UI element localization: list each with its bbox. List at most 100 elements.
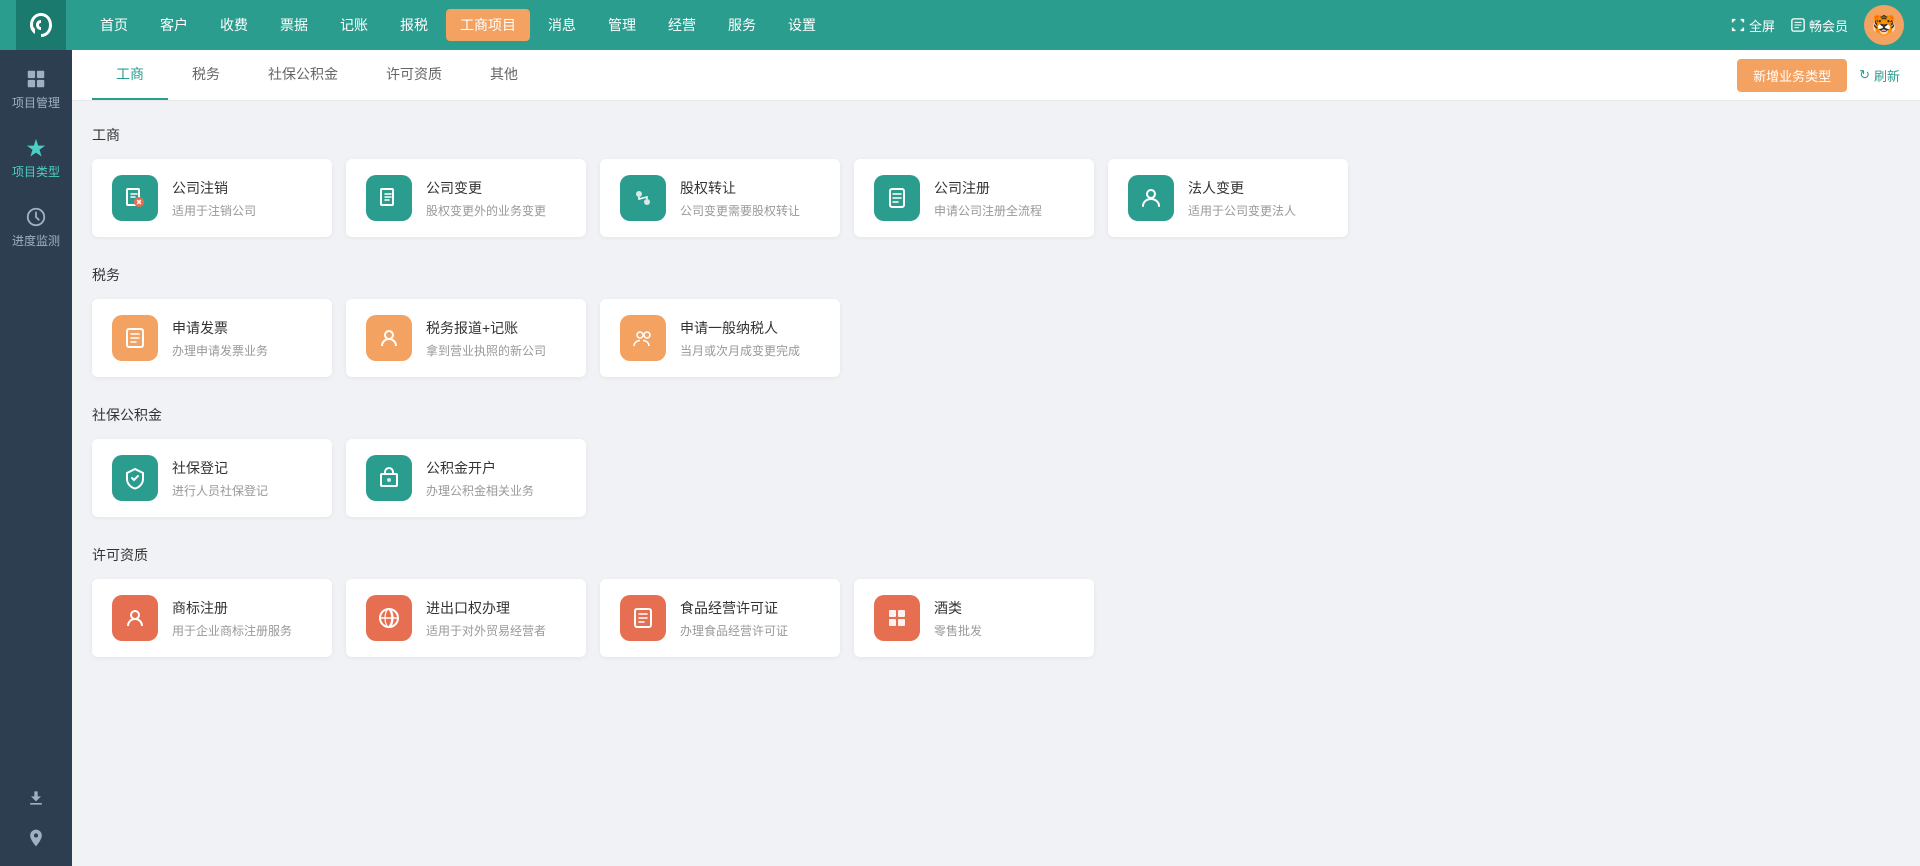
section-commerce: 工商 公司注销 适用于注销公司 bbox=[92, 125, 1900, 237]
alcohol-icon bbox=[885, 606, 909, 630]
refresh-icon: ↻ bbox=[1859, 67, 1870, 83]
fullscreen-label: 全屏 bbox=[1749, 16, 1775, 35]
card-food-license[interactable]: 食品经营许可证 办理食品经营许可证 bbox=[600, 579, 840, 657]
card-icon-tax-report bbox=[366, 315, 412, 361]
tab-other[interactable]: 其他 bbox=[466, 50, 542, 100]
card-icon-legal bbox=[1128, 175, 1174, 221]
card-title-company-cancel: 公司注销 bbox=[172, 178, 256, 198]
card-icon-taxpayer bbox=[620, 315, 666, 361]
nav-home[interactable]: 首页 bbox=[86, 9, 142, 41]
card-trademark[interactable]: 商标注册 用于企业商标注册服务 bbox=[92, 579, 332, 657]
card-icon-social bbox=[112, 455, 158, 501]
cards-grid-tax: 申请发票 办理申请发票业务 税务报道+记账 拿到营业执照的新公司 bbox=[92, 299, 1900, 377]
scroll-content: 工商 公司注销 适用于注销公司 bbox=[72, 101, 1920, 866]
card-alcohol[interactable]: 酒类 零售批发 bbox=[854, 579, 1094, 657]
section-tax-title: 税务 bbox=[92, 265, 1900, 285]
card-import-export[interactable]: 进出口权办理 适用于对外贸易经营者 bbox=[346, 579, 586, 657]
sidebar: 项目管理 项目类型 进度监测 bbox=[0, 50, 72, 866]
tab-tax[interactable]: 税务 bbox=[168, 50, 244, 100]
card-icon-trademark bbox=[112, 595, 158, 641]
sidebar-item-project-type[interactable]: 项目类型 bbox=[4, 129, 68, 188]
taxpayer-icon bbox=[631, 326, 655, 350]
tab-social[interactable]: 社保公积金 bbox=[244, 50, 362, 100]
nav-operation[interactable]: 经营 bbox=[654, 9, 710, 41]
card-title-equity: 股权转让 bbox=[680, 178, 800, 198]
card-desc-trademark: 用于企业商标注册服务 bbox=[172, 622, 292, 639]
register-icon bbox=[885, 186, 909, 210]
card-title-alcohol: 酒类 bbox=[934, 598, 982, 618]
sidebar-item-project-mgmt[interactable]: 项目管理 bbox=[4, 60, 68, 119]
equity-icon bbox=[631, 186, 655, 210]
card-text-tax-report: 税务报道+记账 拿到营业执照的新公司 bbox=[426, 318, 546, 359]
logo bbox=[16, 0, 66, 50]
nav-bookkeeping[interactable]: 记账 bbox=[326, 9, 382, 41]
member-label: 畅会员 bbox=[1809, 16, 1848, 35]
nav-bill[interactable]: 票据 bbox=[266, 9, 322, 41]
download-icon[interactable] bbox=[24, 786, 48, 810]
card-text-invoice: 申请发票 办理申请发票业务 bbox=[172, 318, 268, 359]
nav-manage[interactable]: 管理 bbox=[594, 9, 650, 41]
card-tax-report[interactable]: 税务报道+记账 拿到营业执照的新公司 bbox=[346, 299, 586, 377]
card-title-legal: 法人变更 bbox=[1188, 178, 1296, 198]
card-housing-fund[interactable]: 公积金开户 办理公积金相关业务 bbox=[346, 439, 586, 517]
card-icon-invoice bbox=[112, 315, 158, 361]
sidebar-item-progress[interactable]: 进度监测 bbox=[4, 198, 68, 257]
cancel-icon bbox=[123, 186, 147, 210]
card-text-alcohol: 酒类 零售批发 bbox=[934, 598, 982, 639]
card-company-cancel[interactable]: 公司注销 适用于注销公司 bbox=[92, 159, 332, 237]
card-desc-alcohol: 零售批发 bbox=[934, 622, 982, 639]
new-type-btn[interactable]: 新增业务类型 bbox=[1737, 59, 1847, 92]
nav-customer[interactable]: 客户 bbox=[146, 9, 202, 41]
sidebar-label-project-type: 项目类型 bbox=[12, 163, 60, 180]
cards-grid-commerce: 公司注销 适用于注销公司 公司变更 股权变更外的业务变更 bbox=[92, 159, 1900, 237]
card-text-trademark: 商标注册 用于企业商标注册服务 bbox=[172, 598, 292, 639]
mascot-avatar[interactable]: 🐯 bbox=[1864, 5, 1904, 45]
top-nav: 首页 客户 收费 票据 记账 报税 工商项目 消息 管理 经营 服务 设置 全屏… bbox=[0, 0, 1920, 50]
fullscreen-btn[interactable]: 全屏 bbox=[1731, 16, 1775, 35]
nav-items: 首页 客户 收费 票据 记账 报税 工商项目 消息 管理 经营 服务 设置 bbox=[66, 9, 1731, 41]
card-text-housing: 公积金开户 办理公积金相关业务 bbox=[426, 458, 534, 499]
tab-commerce[interactable]: 工商 bbox=[92, 50, 168, 100]
card-title-invoice: 申请发票 bbox=[172, 318, 268, 338]
trademark-icon bbox=[123, 606, 147, 630]
nav-settings[interactable]: 设置 bbox=[774, 9, 830, 41]
card-icon-housing bbox=[366, 455, 412, 501]
card-icon-alcohol bbox=[874, 595, 920, 641]
card-desc-register: 申请公司注册全流程 bbox=[934, 202, 1042, 219]
cards-grid-license: 商标注册 用于企业商标注册服务 进出口权办理 适用于对外贸易经营者 bbox=[92, 579, 1900, 657]
card-title-trademark: 商标注册 bbox=[172, 598, 292, 618]
card-invoice[interactable]: 申请发票 办理申请发票业务 bbox=[92, 299, 332, 377]
nav-service[interactable]: 服务 bbox=[714, 9, 770, 41]
member-btn[interactable]: 畅会员 bbox=[1791, 16, 1848, 35]
sidebar-label-progress: 进度监测 bbox=[12, 232, 60, 249]
card-desc-tax-report: 拿到营业执照的新公司 bbox=[426, 342, 546, 359]
tab-license[interactable]: 许可资质 bbox=[362, 50, 466, 100]
tabs: 工商 税务 社保公积金 许可资质 其他 bbox=[92, 50, 542, 100]
card-text-register: 公司注册 申请公司注册全流程 bbox=[934, 178, 1042, 219]
card-company-change[interactable]: 公司变更 股权变更外的业务变更 bbox=[346, 159, 586, 237]
main-layout: 项目管理 项目类型 进度监测 工商 税务 社保公积金 许可资质 bbox=[0, 50, 1920, 866]
nav-tax[interactable]: 报税 bbox=[386, 9, 442, 41]
card-equity-transfer[interactable]: 股权转让 公司变更需要股权转让 bbox=[600, 159, 840, 237]
card-text-legal: 法人变更 适用于公司变更法人 bbox=[1188, 178, 1296, 219]
nav-message[interactable]: 消息 bbox=[534, 9, 590, 41]
social-icon bbox=[123, 466, 147, 490]
nav-fee[interactable]: 收费 bbox=[206, 9, 262, 41]
card-social-insurance[interactable]: 社保登记 进行人员社保登记 bbox=[92, 439, 332, 517]
card-legal-change[interactable]: 法人变更 适用于公司变更法人 bbox=[1108, 159, 1348, 237]
card-desc-housing: 办理公积金相关业务 bbox=[426, 482, 534, 499]
sidebar-label-project-mgmt: 项目管理 bbox=[12, 94, 60, 111]
card-desc-legal: 适用于公司变更法人 bbox=[1188, 202, 1296, 219]
card-company-register[interactable]: 公司注册 申请公司注册全流程 bbox=[854, 159, 1094, 237]
nav-commerce[interactable]: 工商项目 bbox=[446, 9, 530, 41]
card-general-taxpayer[interactable]: 申请一般纳税人 当月或次月成变更完成 bbox=[600, 299, 840, 377]
content-area: 工商 税务 社保公积金 许可资质 其他 新增业务类型 ↻ 刷新 工商 bbox=[72, 50, 1920, 866]
location-icon[interactable] bbox=[24, 826, 48, 850]
section-license-title: 许可资质 bbox=[92, 545, 1900, 565]
sidebar-bottom bbox=[24, 786, 48, 866]
card-title-housing: 公积金开户 bbox=[426, 458, 534, 478]
logo-icon bbox=[25, 9, 57, 41]
card-text-company-cancel: 公司注销 适用于注销公司 bbox=[172, 178, 256, 219]
member-icon bbox=[1791, 18, 1805, 32]
refresh-btn[interactable]: ↻ 刷新 bbox=[1859, 66, 1900, 85]
